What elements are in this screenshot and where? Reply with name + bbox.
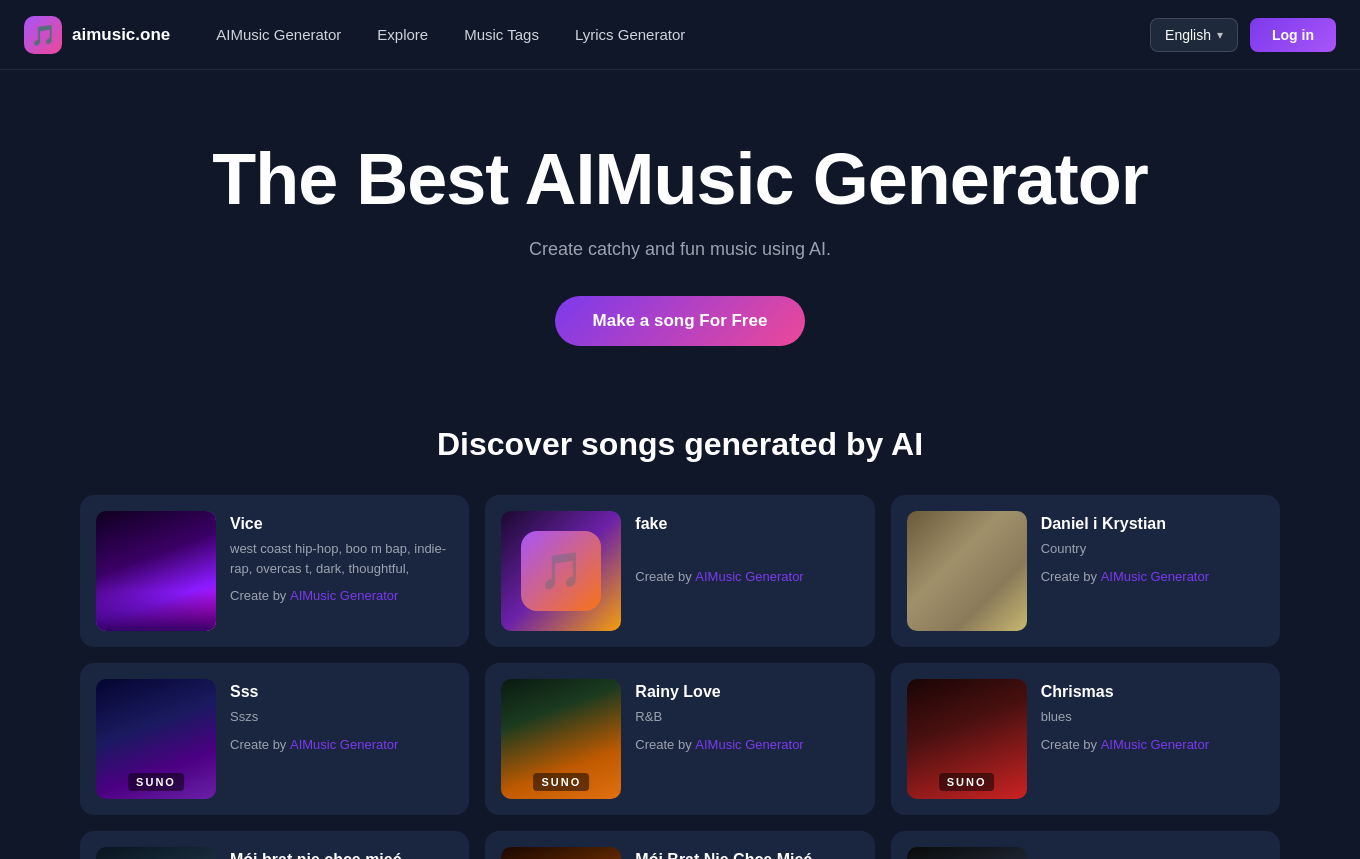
song-thumb-moj3 (907, 847, 1027, 859)
song-thumb-moj2 (501, 847, 621, 859)
song-creator-chrismas: Create by AIMusic Generator (1041, 737, 1264, 752)
fake-app-icon: 🎵 (521, 531, 601, 611)
song-thumb-moj1 (96, 847, 216, 859)
creator-link-rainy[interactable]: AIMusic Generator (695, 737, 803, 752)
song-card-sss[interactable]: SUNO Sss Sszs Create by AIMusic Generato… (80, 663, 469, 815)
nav-links: AIMusic Generator Explore Music Tags Lyr… (202, 18, 699, 51)
song-info-vice: Vice west coast hip-hop, boo m bap, indi… (230, 511, 453, 603)
suno-badge-chrismas: SUNO (939, 773, 995, 791)
song-title-moj2: Mój Brat Nie Chce Mieć (635, 851, 858, 859)
songs-grid: Vice west coast hip-hop, boo m bap, indi… (80, 495, 1280, 859)
navbar-left: 🎵 aimusic.one AIMusic Generator Explore … (24, 16, 699, 54)
song-info-moj1: Mój brat nie chce mieć (230, 847, 453, 859)
hero-section: The Best AIMusic Generator Create catchy… (0, 70, 1360, 406)
nav-music-tags[interactable]: Music Tags (450, 18, 553, 51)
song-title-daniel: Daniel i Krystian (1041, 515, 1264, 533)
song-card-fake[interactable]: 🎵 fake Create by AIMusic Generator (485, 495, 874, 647)
song-info-chrismas: Chrismas blues Create by AIMusic Generat… (1041, 679, 1264, 752)
language-label: English (1165, 27, 1211, 43)
song-thumb-chrismas: SUNO (907, 679, 1027, 799)
logo-text: aimusic.one (72, 25, 170, 45)
song-creator-vice: Create by AIMusic Generator (230, 588, 453, 603)
nav-aimusic-generator[interactable]: AIMusic Generator (202, 18, 355, 51)
song-thumb-fake: 🎵 (501, 511, 621, 631)
logo[interactable]: 🎵 aimusic.one (24, 16, 170, 54)
song-title-sss: Sss (230, 683, 453, 701)
song-info-daniel: Daniel i Krystian Country Create by AIMu… (1041, 511, 1264, 584)
creator-link-vice[interactable]: AIMusic Generator (290, 588, 398, 603)
song-card-vice[interactable]: Vice west coast hip-hop, boo m bap, indi… (80, 495, 469, 647)
suno-badge-sss: SUNO (128, 773, 184, 791)
nav-explore[interactable]: Explore (363, 18, 442, 51)
chevron-down-icon: ▾ (1217, 28, 1223, 42)
creator-link-fake[interactable]: AIMusic Generator (695, 569, 803, 584)
login-button[interactable]: Log in (1250, 18, 1336, 52)
song-card-moj1[interactable]: Mój brat nie chce mieć (80, 831, 469, 859)
song-genre-sss: Sszs (230, 707, 453, 727)
song-title-vice: Vice (230, 515, 453, 533)
song-title-rainy: Rainy Love (635, 683, 858, 701)
song-info-rainy: Rainy Love R&B Create by AIMusic Generat… (635, 679, 858, 752)
creator-link-chrismas[interactable]: AIMusic Generator (1101, 737, 1209, 752)
song-thumb-vice (96, 511, 216, 631)
song-title-fake: fake (635, 515, 858, 533)
song-card-daniel[interactable]: Daniel i Krystian Country Create by AIMu… (891, 495, 1280, 647)
song-info-moj2: Mój Brat Nie Chce Mieć (635, 847, 858, 859)
song-creator-fake: Create by AIMusic Generator (635, 569, 858, 584)
nav-lyrics-generator[interactable]: Lyrics Generator (561, 18, 699, 51)
song-card-chrismas[interactable]: SUNO Chrismas blues Create by AIMusic Ge… (891, 663, 1280, 815)
creator-link-daniel[interactable]: AIMusic Generator (1101, 569, 1209, 584)
song-thumb-rainy: SUNO (501, 679, 621, 799)
discover-title: Discover songs generated by AI (80, 426, 1280, 463)
navbar-right: English ▾ Log in (1150, 18, 1336, 52)
discover-section: Discover songs generated by AI Vice west… (0, 406, 1360, 859)
song-thumb-daniel (907, 511, 1027, 631)
song-info-sss: Sss Sszs Create by AIMusic Generator (230, 679, 453, 752)
song-title-chrismas: Chrismas (1041, 683, 1264, 701)
song-creator-rainy: Create by AIMusic Generator (635, 737, 858, 752)
song-creator-daniel: Create by AIMusic Generator (1041, 569, 1264, 584)
creator-link-sss[interactable]: AIMusic Generator (290, 737, 398, 752)
navbar: 🎵 aimusic.one AIMusic Generator Explore … (0, 0, 1360, 70)
logo-icon: 🎵 (24, 16, 62, 54)
song-card-moj2[interactable]: Mój Brat Nie Chce Mieć (485, 831, 874, 859)
song-genre-fake (635, 539, 858, 559)
song-genre-daniel: Country (1041, 539, 1264, 559)
song-info-fake: fake Create by AIMusic Generator (635, 511, 858, 584)
hero-subtitle: Create catchy and fun music using AI. (24, 239, 1336, 260)
hero-title: The Best AIMusic Generator (24, 140, 1336, 219)
song-creator-sss: Create by AIMusic Generator (230, 737, 453, 752)
song-title-moj1: Mój brat nie chce mieć (230, 851, 453, 859)
song-genre-rainy: R&B (635, 707, 858, 727)
song-thumb-sss: SUNO (96, 679, 216, 799)
song-genre-chrismas: blues (1041, 707, 1264, 727)
song-card-moj3[interactable] (891, 831, 1280, 859)
song-card-rainy[interactable]: SUNO Rainy Love R&B Create by AIMusic Ge… (485, 663, 874, 815)
song-genre-vice: west coast hip-hop, boo m bap, indie-rap… (230, 539, 453, 578)
language-selector[interactable]: English ▾ (1150, 18, 1238, 52)
make-song-button[interactable]: Make a song For Free (555, 296, 806, 346)
song-info-moj3 (1041, 847, 1264, 857)
suno-badge-rainy: SUNO (533, 773, 589, 791)
